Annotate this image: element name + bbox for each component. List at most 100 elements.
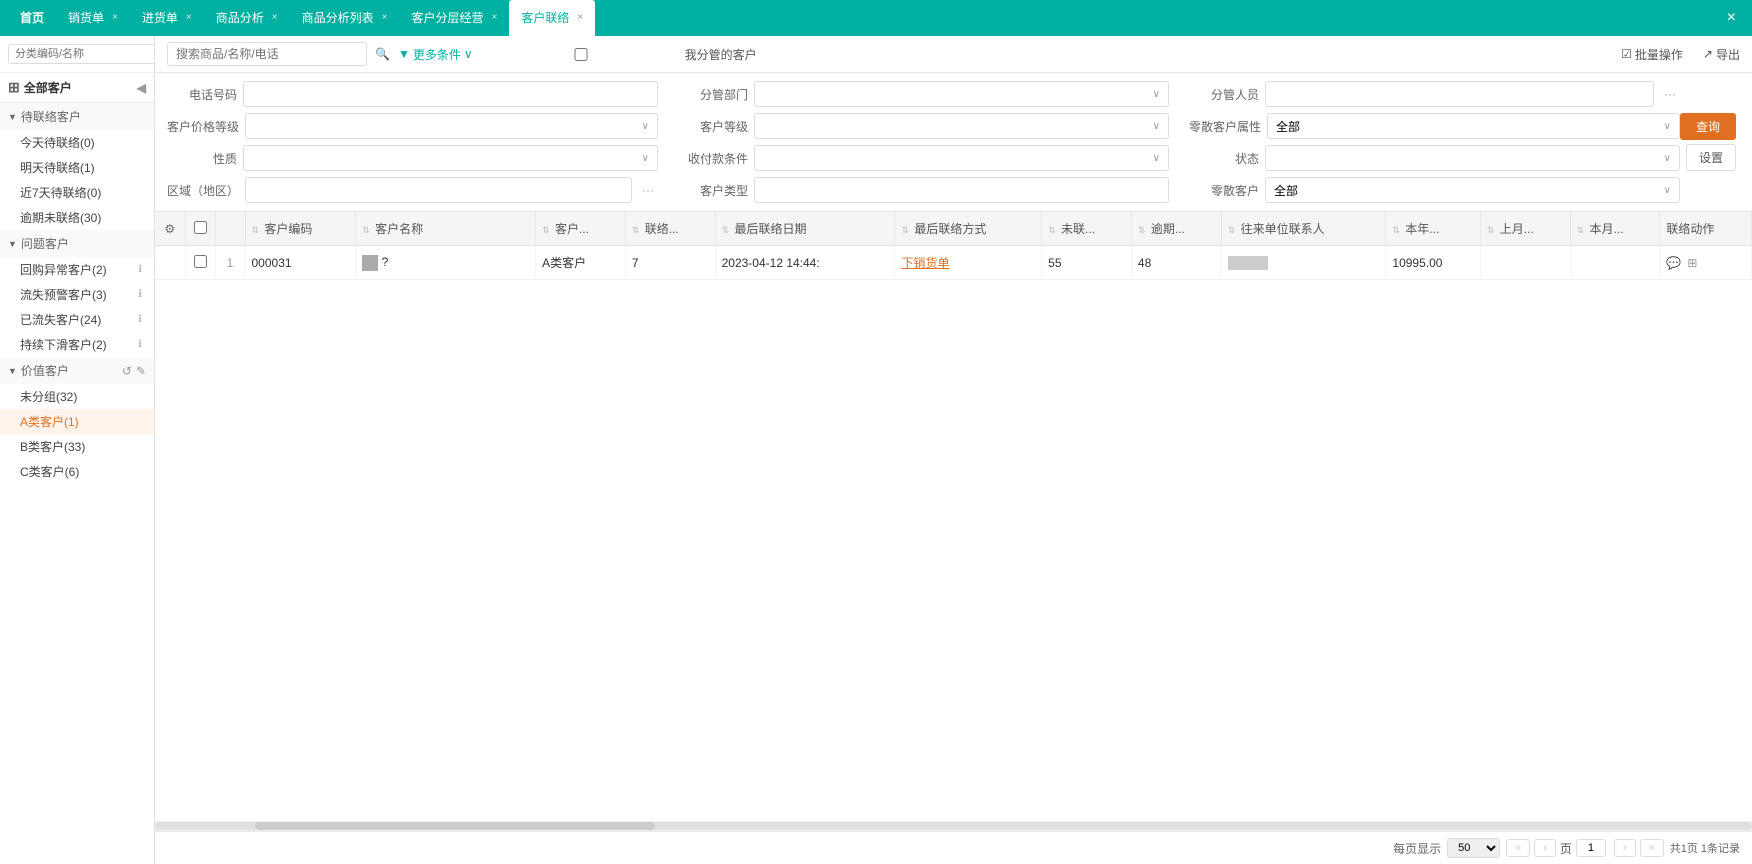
nav-tab-salesorder[interactable]: 销货单 ×: [56, 0, 130, 36]
sort-icon-thismonth: ⇅: [1577, 225, 1585, 235]
payment-select[interactable]: ∨: [754, 145, 1169, 171]
search-button[interactable]: 🔍: [375, 47, 390, 61]
content-area: 🔍 ▼ 更多条件 ∨ 我分管的客户 ☑ 批量操作 ↗ 导出: [155, 36, 1752, 864]
row-overdue: 48: [1131, 246, 1221, 280]
sidebar-item-b-class[interactable]: B类客户(33): [0, 434, 154, 459]
filter-settings-button[interactable]: 设置: [1686, 144, 1736, 171]
sidebar-search-input[interactable]: [8, 44, 155, 64]
manager-input[interactable]: [1265, 81, 1654, 107]
nav-tab-productanalysislist[interactable]: 商品分析列表 ×: [290, 0, 400, 36]
customertype-label: 客户类型: [678, 182, 748, 199]
first-page-button[interactable]: «: [1506, 839, 1530, 857]
close-productanalysislist-tab[interactable]: ×: [382, 0, 388, 36]
batch-operation-button[interactable]: ☑ 批量操作: [1621, 46, 1683, 63]
row-contact: 7: [625, 246, 715, 280]
region-input[interactable]: [245, 177, 632, 203]
chevron-down-icon: ∨: [464, 47, 473, 61]
region-dots-button[interactable]: ···: [638, 183, 658, 197]
table-col-thisyear: ⇅ 本年...: [1386, 212, 1481, 246]
more-filters-button[interactable]: ▼ 更多条件 ∨: [398, 46, 473, 63]
row-nocontact: 55: [1042, 246, 1132, 280]
sidebar-item-tomorrow[interactable]: 明天待联络(1): [0, 155, 154, 180]
sort-icon-type: ⇅: [542, 225, 550, 235]
sidebar-item-7days[interactable]: 近7天待联络(0): [0, 180, 154, 205]
manager-dots-button[interactable]: ···: [1660, 87, 1680, 101]
sidebar-item-c-class[interactable]: C类客户(6): [0, 459, 154, 484]
sidebar-item-churn-warning[interactable]: 流失预警客户(3) ℹ: [0, 282, 154, 307]
filter-cell-phone: 电话号码: [167, 81, 658, 107]
select-all-checkbox[interactable]: [194, 221, 207, 234]
customer-table-container: ⚙ ⇅ 客户编码 ⇅ 客户名称: [155, 212, 1752, 821]
contact-more-icon[interactable]: ⊞: [1687, 256, 1697, 270]
sidebar-item-churned[interactable]: 已流失客户(24) ℹ: [0, 307, 154, 332]
sidebar-item-today[interactable]: 今天待联络(0): [0, 130, 154, 155]
status-label: 状态: [1189, 150, 1259, 167]
nav-tab-customersegment[interactable]: 客户分层经营 ×: [399, 0, 509, 36]
search-input[interactable]: [167, 42, 367, 66]
sidebar-item-repurchase-abnormal[interactable]: 回购异常客户(2) ℹ: [0, 257, 154, 282]
edit-icon[interactable]: ✎: [136, 364, 146, 378]
my-customers-checkbox[interactable]: [481, 48, 681, 61]
dept-select[interactable]: ∨: [754, 81, 1169, 107]
close-productanalysis-tab[interactable]: ×: [272, 0, 278, 36]
nav-tab-productanalysis[interactable]: 商品分析 ×: [204, 0, 290, 36]
last-contact-method-link[interactable]: 下销货单: [901, 256, 949, 270]
close-purchaseorder-tab[interactable]: ×: [186, 0, 192, 36]
table-col-thismonth: ⇅ 本月...: [1570, 212, 1660, 246]
nav-tab-customercontact[interactable]: 客户联络 ×: [509, 0, 595, 36]
query-button[interactable]: 查询: [1680, 113, 1736, 140]
close-salesorder-tab[interactable]: ×: [112, 0, 118, 36]
contact-chat-icon[interactable]: 💬: [1666, 256, 1681, 270]
sidebar-item-overdue[interactable]: 逾期未联络(30): [0, 205, 154, 230]
filter-row-2: 客户价格等级 ∨ 客户等级 ∨: [167, 113, 1680, 139]
table-col-overdue: ⇅ 逾期...: [1131, 212, 1221, 246]
sidebar-item-unclassified[interactable]: 未分组(32): [0, 384, 154, 409]
table-col-lastcontactmethod: ⇅ 最后联络方式: [895, 212, 1042, 246]
filter-cell-manager: 分管人员 ···: [1189, 81, 1680, 107]
close-customercontact-tab[interactable]: ×: [577, 0, 583, 36]
row-lastcontactdate: 2023-04-12 14:44:: [715, 246, 895, 280]
customergrade-select[interactable]: ∨: [754, 113, 1169, 139]
row-unitcontact: [1221, 246, 1386, 280]
sort-icon-lastcontactdate: ⇅: [722, 225, 730, 235]
value-arrow-icon: ▼: [8, 366, 17, 376]
scattercustomer-select[interactable]: 全部 ∨: [1265, 177, 1680, 203]
per-page-select[interactable]: 50 100 200: [1447, 838, 1500, 858]
scatterattr-select[interactable]: 全部 ∨: [1267, 113, 1680, 139]
status-select[interactable]: ∨: [1265, 145, 1680, 171]
row-select-checkbox[interactable]: [194, 255, 207, 268]
nav-tab-purchaseorder[interactable]: 进货单 ×: [130, 0, 204, 36]
manager-label: 分管人员: [1189, 86, 1259, 103]
customergrade-label: 客户等级: [678, 118, 748, 135]
customertype-input[interactable]: [754, 177, 1169, 203]
scattercustomer-label: 零散客户: [1189, 182, 1259, 199]
sort-icon-nocontact: ⇅: [1048, 225, 1056, 235]
prev-page-button[interactable]: ‹: [1534, 839, 1556, 857]
export-button[interactable]: ↗ 导出: [1703, 46, 1740, 63]
window-close-button[interactable]: ×: [1719, 9, 1744, 27]
sidebar-collapse-button[interactable]: ◀: [137, 81, 146, 95]
pending-arrow-icon: ▼: [8, 112, 17, 122]
filter-cell-payment: 收付款条件 ∨: [678, 145, 1169, 171]
next-page-button[interactable]: ›: [1614, 839, 1636, 857]
last-page-button[interactable]: »: [1640, 839, 1664, 857]
table-settings-column[interactable]: ⚙: [155, 212, 185, 246]
scrollbar-thumb[interactable]: [255, 822, 655, 830]
refresh-icon[interactable]: ↺: [122, 364, 132, 378]
horizontal-scrollbar[interactable]: [155, 821, 1752, 831]
top-nav: 首页 销货单 × 进货单 × 商品分析 × 商品分析列表 × 客户分层经营 × …: [0, 0, 1752, 36]
table-col-unitcontact: ⇅ 往来单位联系人: [1221, 212, 1386, 246]
sidebar-item-declining[interactable]: 持续下滑客户(2) ℹ: [0, 332, 154, 357]
sidebar-item-a-class[interactable]: A类客户(1): [0, 409, 154, 434]
nav-home[interactable]: 首页: [8, 0, 56, 36]
pricegrade-select[interactable]: ∨: [245, 113, 658, 139]
phone-input[interactable]: [243, 81, 658, 107]
page-number-input[interactable]: [1576, 839, 1606, 857]
close-customersegment-tab[interactable]: ×: [491, 0, 497, 36]
sort-icon-unitcontact: ⇅: [1228, 225, 1236, 235]
dept-chevron-icon: ∨: [1153, 89, 1160, 100]
nature-select[interactable]: ∨: [243, 145, 658, 171]
row-action: 💬 ⊞: [1660, 246, 1752, 280]
table-col-contact: ⇅ 联络...: [625, 212, 715, 246]
filter-row-4: 区域（地区） ··· 客户类型 零散客户 全部 ∨: [167, 177, 1680, 203]
